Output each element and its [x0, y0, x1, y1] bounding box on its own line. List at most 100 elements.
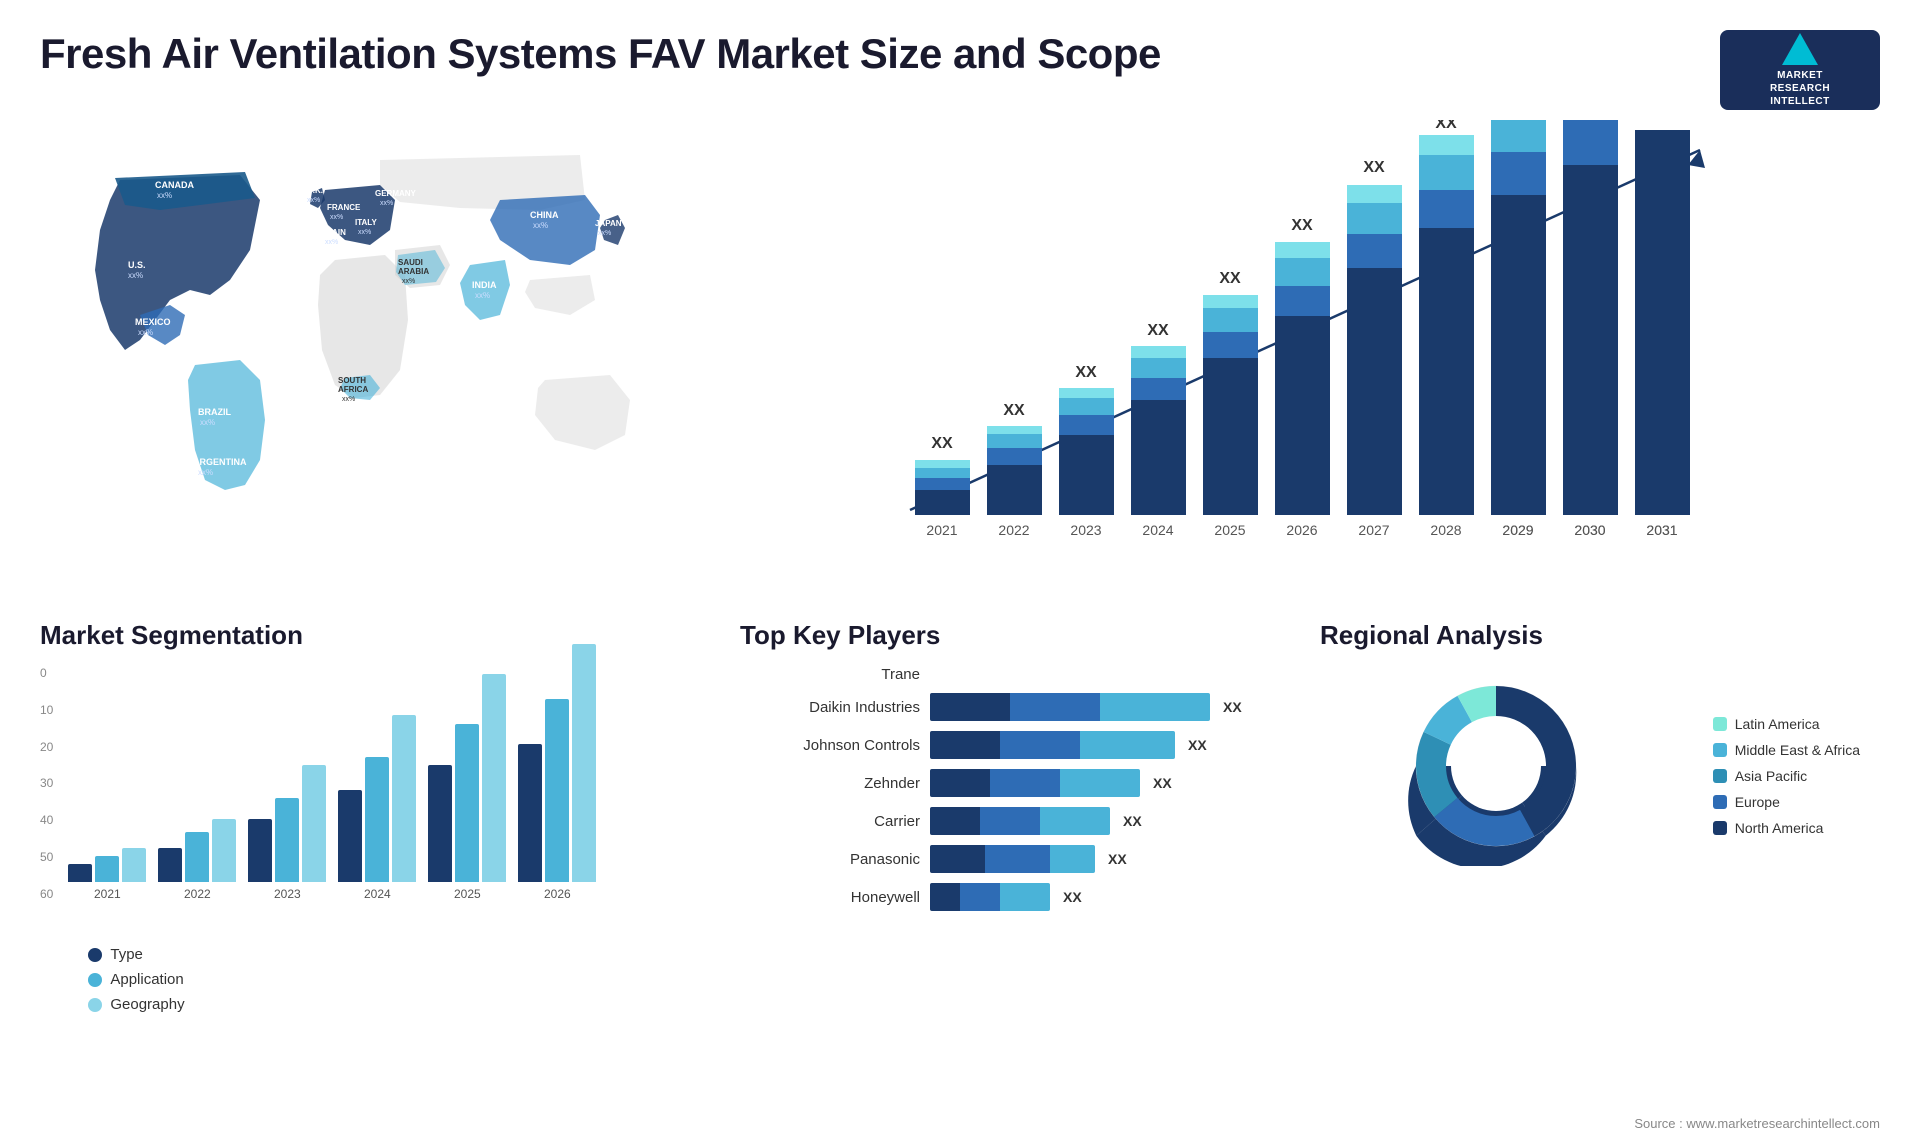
player-name-daikin: Daikin Industries: [740, 699, 920, 716]
svg-text:SOUTH: SOUTH: [338, 376, 366, 385]
svg-text:ARABIA: ARABIA: [398, 267, 429, 276]
main-content: CANADA xx% U.S. xx% MEXICO xx% BRAZIL xx…: [0, 120, 1920, 1000]
seg-bar-2021: 2021: [68, 848, 146, 901]
svg-text:xx%: xx%: [307, 197, 320, 204]
map-container: CANADA xx% U.S. xx% MEXICO xx% BRAZIL xx…: [40, 120, 680, 580]
regional-legend: Latin America Middle East & Africa Asia …: [1713, 716, 1860, 836]
svg-text:JAPAN: JAPAN: [595, 219, 622, 228]
svg-text:XX: XX: [931, 435, 953, 452]
player-row-zehnder: Zehnder XX: [740, 769, 1280, 797]
svg-text:XX: XX: [1435, 120, 1457, 132]
svg-text:ARGENTINA: ARGENTINA: [193, 457, 247, 467]
svg-text:2026: 2026: [1286, 522, 1317, 538]
bar-chart-section: XX 2021 XX 2022 XX 2023: [680, 120, 1880, 620]
player-bar-container-carrier: XX: [930, 807, 1280, 835]
bottom-right: Top Key Players Trane Daikin Industries …: [680, 620, 1880, 1000]
seg-legend-application: Application: [88, 971, 596, 988]
regional-title: Regional Analysis: [1320, 620, 1860, 651]
player-row-honeywell: Honeywell XX: [740, 883, 1280, 911]
seg-bar-2026: 2026: [518, 644, 596, 901]
svg-text:CHINA: CHINA: [530, 210, 559, 220]
svg-text:SPAIN: SPAIN: [322, 228, 346, 237]
svg-text:2027: 2027: [1358, 522, 1389, 538]
svg-text:AFRICA: AFRICA: [338, 385, 368, 394]
seg-y-axis: 60 50 40 30 20 10 0: [40, 666, 58, 926]
player-bar-honeywell: [930, 883, 1050, 911]
svg-text:2023: 2023: [1070, 522, 1101, 538]
bar-chart-svg: XX 2021 XX 2022 XX 2023: [720, 120, 1880, 580]
regional-analysis-section: Regional Analysis: [1300, 620, 1880, 1000]
regional-legend-apac: Asia Pacific: [1713, 768, 1860, 784]
svg-text:ITALY: ITALY: [355, 218, 377, 227]
player-bar-zehnder: [930, 769, 1140, 797]
svg-text:MEXICO: MEXICO: [135, 317, 171, 327]
svg-text:2028: 2028: [1430, 522, 1461, 538]
player-row-panasonic: Panasonic XX: [740, 845, 1280, 873]
source-text: Source : www.marketresearchintellect.com: [1634, 1116, 1880, 1131]
svg-text:xx%: xx%: [330, 214, 343, 221]
player-bar-container-johnson: XX: [930, 731, 1280, 759]
svg-text:XX: XX: [1003, 402, 1025, 419]
svg-text:2025: 2025: [1214, 522, 1245, 538]
player-row-johnson: Johnson Controls XX: [740, 731, 1280, 759]
svg-text:xx%: xx%: [598, 230, 611, 237]
application-legend-dot: [88, 973, 102, 987]
player-name-honeywell: Honeywell: [740, 889, 920, 906]
svg-text:2021: 2021: [926, 522, 957, 538]
logo-text: MARKETRESEARCHINTELLECT: [1770, 69, 1830, 108]
seg-bars: 2021 2022: [68, 666, 596, 926]
regional-legend-latin: Latin America: [1713, 716, 1860, 732]
svg-text:xx%: xx%: [402, 278, 415, 285]
svg-text:xx%: xx%: [157, 191, 172, 200]
bar-chart-wrapper: XX 2021 XX 2022 XX 2023: [720, 120, 1880, 580]
svg-text:XX: XX: [1219, 270, 1241, 287]
world-map: CANADA xx% U.S. xx% MEXICO xx% BRAZIL xx…: [40, 120, 680, 580]
player-row-trane: Trane: [740, 666, 1280, 683]
type-legend-dot: [88, 948, 102, 962]
svg-text:U.K.: U.K.: [307, 186, 323, 195]
header: Fresh Air Ventilation Systems FAV Market…: [0, 0, 1920, 120]
player-row-daikin: Daikin Industries XX: [740, 693, 1280, 721]
seg-legend: Type Application Geography: [88, 946, 596, 1013]
logo-area: MARKETRESEARCHINTELLECT: [1720, 30, 1880, 110]
player-name-carrier: Carrier: [740, 813, 920, 830]
svg-text:xx%: xx%: [138, 328, 153, 337]
seg-legend-geography: Geography: [88, 996, 596, 1013]
svg-text:XX: XX: [1147, 322, 1169, 339]
player-bar-container-daikin: XX: [930, 693, 1280, 721]
svg-text:SAUDI: SAUDI: [398, 258, 423, 267]
seg-legend-type: Type: [88, 946, 596, 963]
donut-chart: [1396, 666, 1616, 886]
svg-text:INDIA: INDIA: [472, 280, 497, 290]
seg-bar-2022: 2022: [158, 819, 236, 901]
player-name-panasonic: Panasonic: [740, 851, 920, 868]
svg-text:xx%: xx%: [533, 221, 548, 230]
svg-text:xx%: xx%: [342, 396, 355, 403]
logo-icon: [1782, 33, 1818, 65]
svg-text:xx%: xx%: [358, 229, 371, 236]
svg-text:xx%: xx%: [325, 239, 338, 246]
player-bar-container-panasonic: XX: [930, 845, 1280, 873]
svg-text:xx%: xx%: [128, 271, 143, 280]
player-name-zehnder: Zehnder: [740, 775, 920, 792]
player-bar-carrier: [930, 807, 1110, 835]
market-segmentation-section: Market Segmentation 60 50 40 30 20 10 0: [40, 620, 680, 1000]
donut-svg: [1396, 666, 1596, 866]
regional-wrapper: Latin America Middle East & Africa Asia …: [1320, 666, 1860, 886]
regional-legend-na: North America: [1713, 820, 1860, 836]
seg-bar-2023: 2023: [248, 765, 326, 901]
svg-text:FRANCE: FRANCE: [327, 203, 361, 212]
svg-text:XX: XX: [1363, 159, 1385, 176]
key-players-title: Top Key Players: [740, 620, 1280, 651]
svg-text:GERMANY: GERMANY: [375, 189, 417, 198]
svg-text:2024: 2024: [1142, 522, 1173, 538]
svg-text:2022: 2022: [998, 522, 1029, 538]
svg-text:CANADA: CANADA: [155, 180, 194, 190]
svg-text:2031: 2031: [1646, 522, 1677, 538]
seg-bars-and-legend: 2021 2022: [68, 666, 596, 1013]
player-bar-daikin: [930, 693, 1210, 721]
svg-text:2029: 2029: [1502, 522, 1533, 538]
logo-box: MARKETRESEARCHINTELLECT: [1720, 30, 1880, 110]
player-bar-johnson: [930, 731, 1175, 759]
player-row-carrier: Carrier XX: [740, 807, 1280, 835]
